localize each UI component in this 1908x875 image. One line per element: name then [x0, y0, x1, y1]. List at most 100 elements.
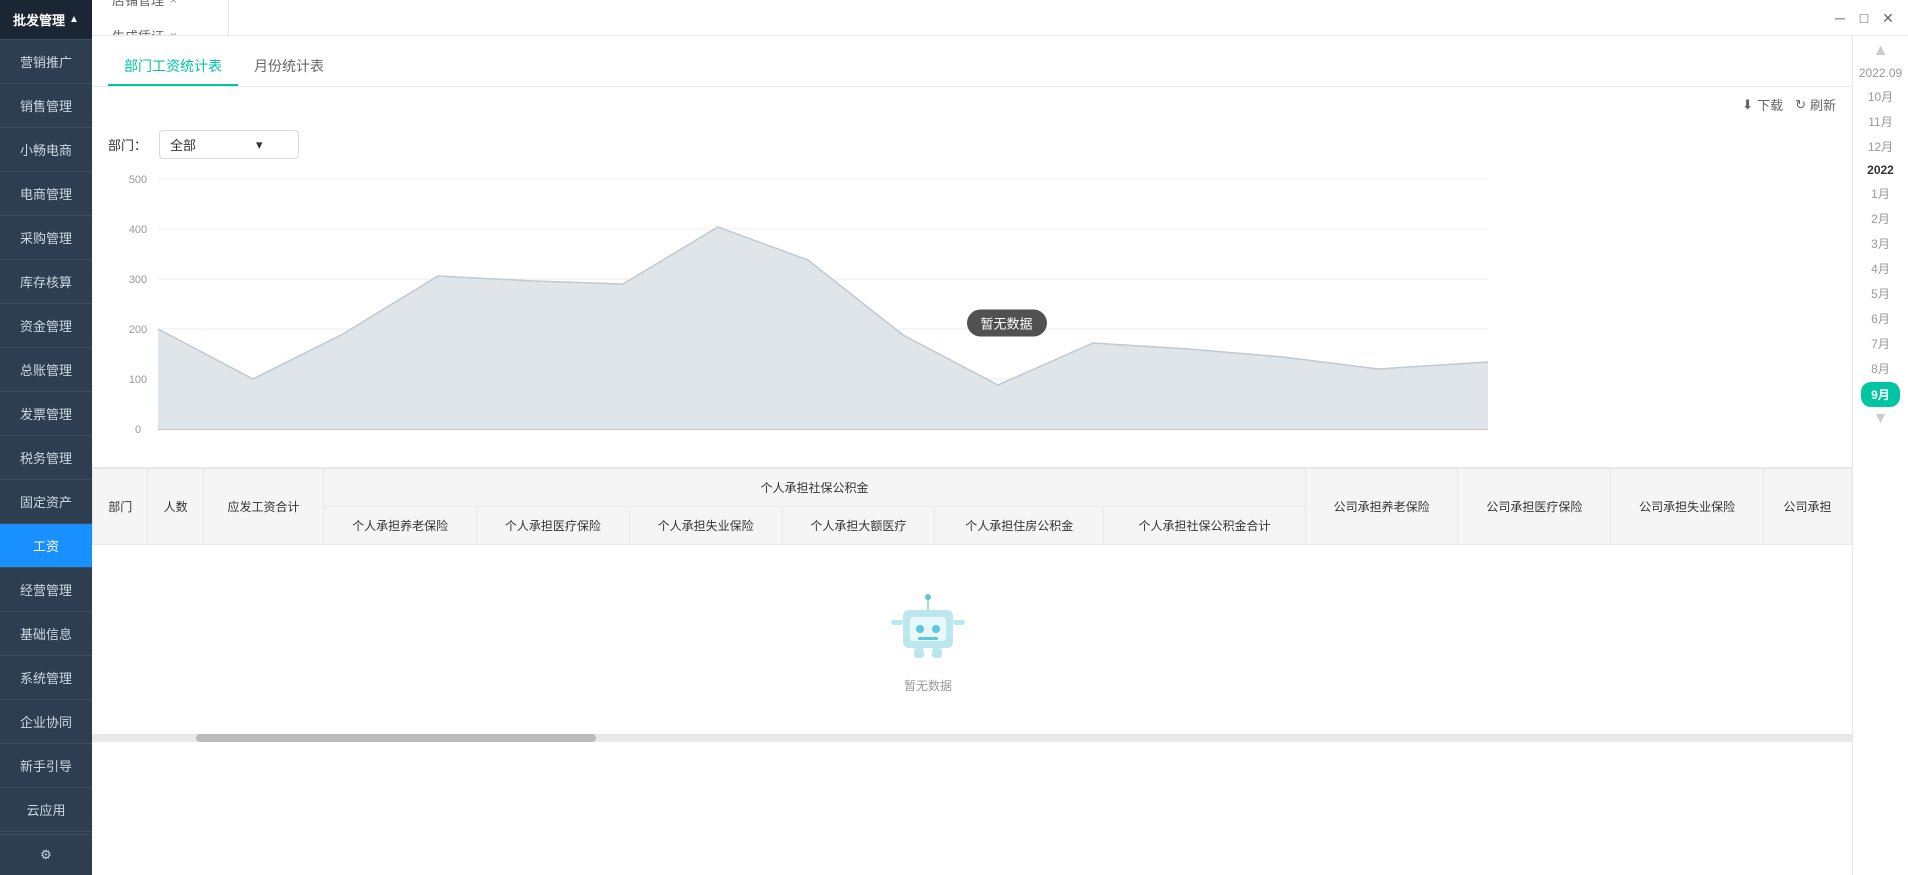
filter-department-value: 全部 [170, 135, 196, 154]
tab-3[interactable]: 店铺管理 × [100, 0, 229, 18]
col-personal-total: 个人承担社保公积金合计 [1104, 507, 1305, 545]
tab-items: 首页门店商品目录×销售单×店铺管理×生成凭证×应收应付调整单×工资表×工资统计报… [100, 0, 229, 36]
timeline-date-1[interactable]: 11月 [1857, 109, 1904, 134]
svg-text:200: 200 [129, 324, 147, 336]
empty-state: 暂无数据 [93, 545, 1764, 734]
filter-department-select[interactable]: 全部 ▾ [159, 130, 299, 159]
sidebar-item-基础信息[interactable]: 基础信息 [0, 612, 92, 656]
chart-tooltip: 暂无数据 [967, 310, 1047, 337]
table-wrapper[interactable]: 部门 人数 应发工资合计 个人承担社保公积金 公司承担养老保险 公司承担医疗保险… [92, 467, 1852, 875]
toolbar: ⬇ 下载 ↻ 刷新 [92, 87, 1852, 122]
tab-bar: 首页门店商品目录×销售单×店铺管理×生成凭证×应收应付调整单×工资表×工资统计报… [92, 0, 1908, 36]
content-area: 部门工资统计表 月份统计表 ⬇ 下载 ↻ 刷新 部门： 全部 ▾ [92, 36, 1908, 875]
sidebar-item-云应用[interactable]: 云应用 [0, 788, 92, 832]
download-button[interactable]: ⬇ 下载 [1742, 95, 1783, 114]
tab-department-stats[interactable]: 部门工资统计表 [108, 48, 238, 86]
col-personal-group: 个人承担社保公积金 [324, 469, 1305, 507]
filter-department-label: 部门： [108, 135, 147, 154]
chart-area: 500 400 300 200 100 0 [92, 167, 1852, 467]
main-content: 首页门店商品目录×销售单×店铺管理×生成凭证×应收应付调整单×工资表×工资统计报… [92, 0, 1908, 875]
settings-icon: ⚙ [40, 847, 52, 862]
col-headcount: 人数 [148, 469, 203, 545]
sidebar-item-工资[interactable]: 工资 [0, 524, 92, 568]
sidebar-title: 批发管理 [13, 10, 65, 29]
download-label: 下载 [1757, 95, 1783, 114]
timeline-date-0[interactable]: 10月 [1857, 84, 1904, 109]
timeline-panel: ▲ 2022.0910月11月12月20221月2月3月4月5月6月7月8月9月… [1852, 36, 1908, 875]
timeline-date-6[interactable]: 3月 [1857, 231, 1904, 256]
sidebar-item-企业协同[interactable]: 企业协同 [0, 700, 92, 744]
col-personal-housing: 个人承担住房公积金 [935, 507, 1104, 545]
svg-text:100: 100 [129, 374, 147, 386]
sidebar-item-新手引导[interactable]: 新手引导 [0, 744, 92, 788]
sidebar-item-采购管理[interactable]: 采购管理 [0, 216, 92, 260]
window-controls: ─ □ ✕ [1832, 10, 1900, 26]
sidebar-item-总账管理[interactable]: 总账管理 [0, 348, 92, 392]
col-personal-pension: 个人承担养老保险 [324, 507, 477, 545]
refresh-label: 刷新 [1810, 95, 1836, 114]
svg-text:0: 0 [135, 424, 141, 436]
sidebar-item-资金管理[interactable]: 资金管理 [0, 304, 92, 348]
svg-text:400: 400 [129, 224, 147, 236]
col-total-salary: 应发工资合计 [203, 469, 323, 545]
timeline-up-button[interactable]: ▲ [1873, 40, 1889, 62]
refresh-button[interactable]: ↻ 刷新 [1795, 95, 1836, 114]
timeline-date-10[interactable]: 7月 [1857, 331, 1904, 356]
sidebar-item-经营管理[interactable]: 经营管理 [0, 568, 92, 612]
window-maximize-button[interactable]: □ [1856, 10, 1872, 26]
window-minimize-button[interactable]: ─ [1832, 10, 1848, 26]
sidebar-item-库存核算[interactable]: 库存核算 [0, 260, 92, 304]
col-company-other: 公司承担 [1763, 469, 1851, 545]
sidebar-item-发票管理[interactable]: 发票管理 [0, 392, 92, 436]
sidebar-item-小畅电商[interactable]: 小畅电商 [0, 128, 92, 172]
chart-container: 500 400 300 200 100 0 [108, 167, 1836, 467]
sidebar-item-税务管理[interactable]: 税务管理 [0, 436, 92, 480]
inner-tabs: 部门工资统计表 月份统计表 [92, 36, 1852, 87]
filter-bar: 部门： 全部 ▾ [92, 122, 1852, 167]
tab-close-4[interactable]: × [170, 29, 177, 37]
page-content: 部门工资统计表 月份统计表 ⬇ 下载 ↻ 刷新 部门： 全部 ▾ [92, 36, 1852, 875]
timeline-date-7[interactable]: 4月 [1857, 256, 1904, 281]
sidebar-header[interactable]: 批发管理 ▲ [0, 0, 92, 40]
empty-label: 暂无数据 [904, 677, 952, 694]
tab-label-4: 生成凭证 [112, 26, 164, 36]
tab-monthly-stats[interactable]: 月份统计表 [238, 48, 340, 86]
col-personal-major-medical: 个人承担大额医疗 [782, 507, 935, 545]
sidebar-item-系统管理[interactable]: 系统管理 [0, 656, 92, 700]
data-table: 部门 人数 应发工资合计 个人承担社保公积金 公司承担养老保险 公司承担医疗保险… [92, 468, 1852, 734]
horizontal-scrollbar[interactable] [92, 734, 1852, 742]
sidebar-item-固定资产[interactable]: 固定资产 [0, 480, 92, 524]
sidebar-collapse-icon: ▲ [69, 14, 79, 25]
timeline-date-4[interactable]: 1月 [1857, 181, 1904, 206]
timeline-date-3[interactable]: 2022 [1857, 159, 1904, 181]
timeline-down-button[interactable]: ▼ [1873, 408, 1889, 430]
tab-close-3[interactable]: × [170, 0, 177, 7]
col-personal-medical: 个人承担医疗保险 [476, 507, 629, 545]
refresh-icon: ↻ [1795, 97, 1806, 113]
timeline-date-8[interactable]: 5月 [1857, 281, 1904, 306]
tab-4[interactable]: 生成凭证 × [100, 18, 229, 37]
timeline-date-5[interactable]: 2月 [1857, 206, 1904, 231]
download-icon: ⬇ [1742, 97, 1753, 113]
timeline-date-12[interactable]: 9月 [1861, 382, 1900, 407]
timeline-date-9[interactable]: 6月 [1857, 306, 1904, 331]
svg-text:300: 300 [129, 274, 147, 286]
svg-text:500: 500 [129, 174, 147, 186]
timeline-date-11[interactable]: 8月 [1857, 356, 1904, 381]
sidebar-item-营销推广[interactable]: 营销推广 [0, 40, 92, 84]
col-personal-unemployment: 个人承担失业保险 [629, 507, 782, 545]
timeline-date-2[interactable]: 12月 [1857, 134, 1904, 159]
window-close-button[interactable]: ✕ [1880, 10, 1896, 26]
scrollbar-thumb [196, 734, 596, 742]
chevron-down-icon: ▾ [256, 137, 263, 153]
sidebar-item-电商管理[interactable]: 电商管理 [0, 172, 92, 216]
chart-area-fill [158, 227, 1488, 429]
sidebar-footer-settings[interactable]: ⚙ [0, 834, 92, 875]
sidebar-items: 营销推广销售管理小畅电商电商管理采购管理库存核算资金管理总账管理发票管理税务管理… [0, 40, 92, 832]
col-department: 部门 [93, 469, 148, 545]
sidebar-item-销售管理[interactable]: 销售管理 [0, 84, 92, 128]
tab-label-3: 店铺管理 [112, 0, 164, 9]
col-company-medical: 公司承担医疗保险 [1458, 469, 1611, 545]
timeline-header-date[interactable]: 2022.09 [1857, 62, 1904, 84]
col-company-unemployment: 公司承担失业保险 [1611, 469, 1764, 545]
